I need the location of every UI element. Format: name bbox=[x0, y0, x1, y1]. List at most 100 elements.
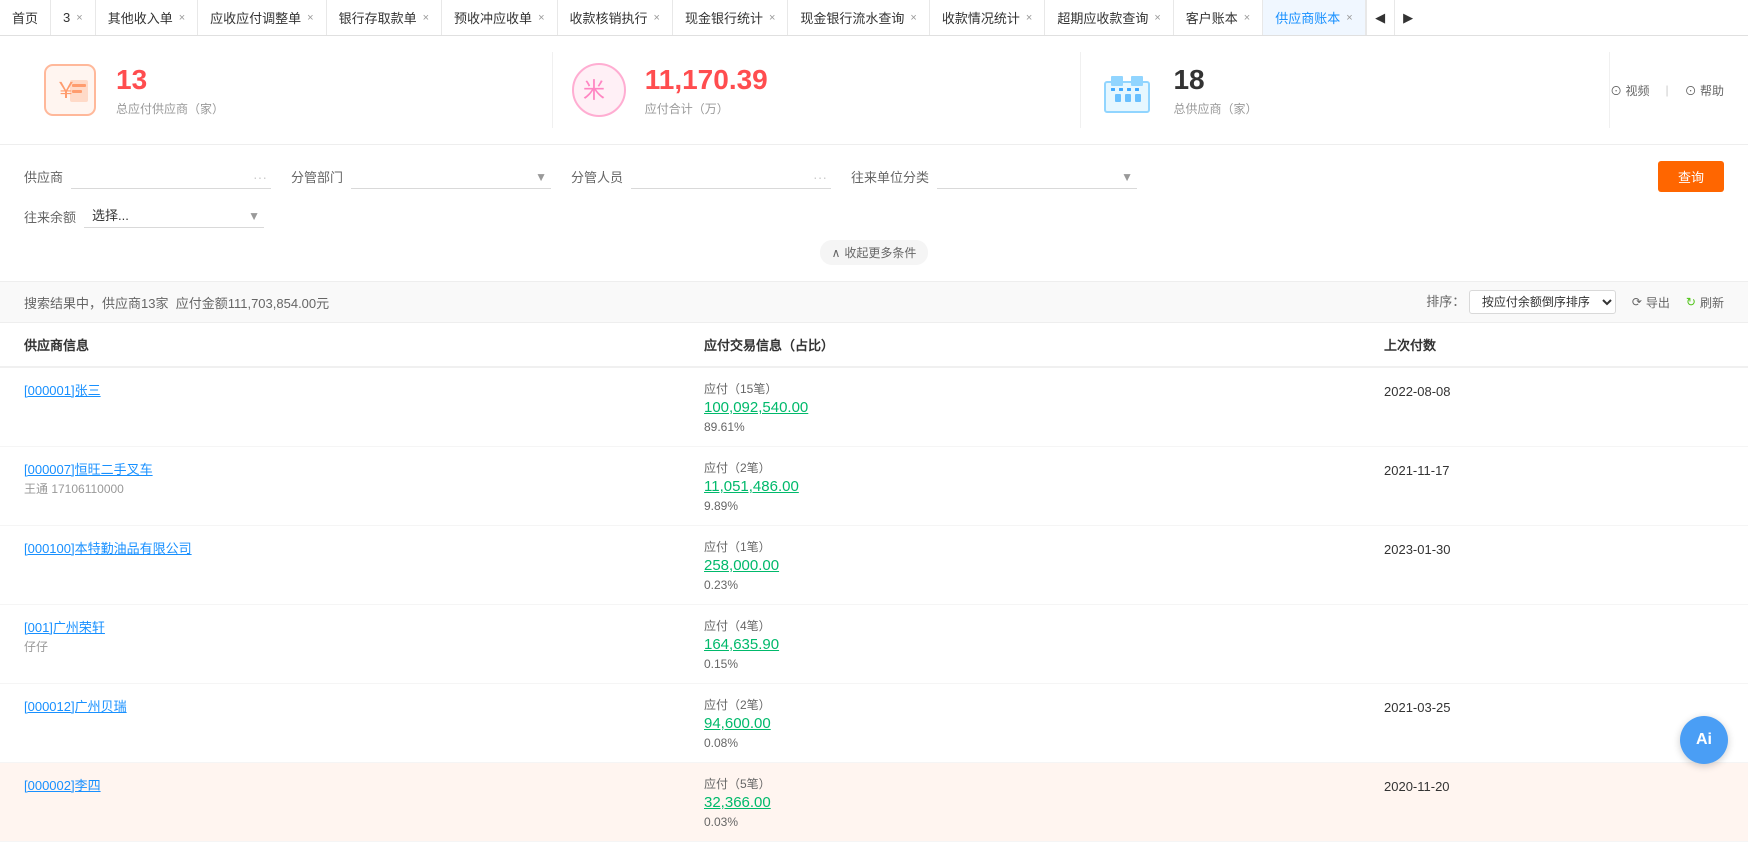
ap-suppliers-icon: ￥ bbox=[40, 60, 100, 120]
nav-tab-customer-account[interactable]: 客户账本 × bbox=[1174, 0, 1263, 36]
nav-tab-bank-deposit[interactable]: 银行存取款单 × bbox=[327, 0, 442, 36]
supplier-link[interactable]: [000002]李四 bbox=[24, 778, 101, 793]
dept-select[interactable] bbox=[351, 165, 551, 189]
summary-card-ap-suppliers: ￥ 13 总应付供应商（家） bbox=[24, 52, 553, 128]
nav-tab-ar-adjust[interactable]: 应收应付调整单 × bbox=[198, 0, 326, 36]
tx-cell: 应付（5笔） 32,366.00 0.03% bbox=[704, 775, 1384, 829]
tx-percent: 0.08% bbox=[704, 736, 1384, 750]
table-row: [000001]张三 应付（15笔） 100,092,540.00 89.61%… bbox=[0, 368, 1748, 447]
nav-tab-ar-adjust-close[interactable]: × bbox=[307, 12, 313, 24]
nav-tab-cash-bank-stat-close[interactable]: × bbox=[769, 12, 775, 24]
supplier-link[interactable]: [000012]广州贝瑞 bbox=[24, 699, 127, 714]
nav-tab-bank-deposit-close[interactable]: × bbox=[423, 12, 429, 24]
summary-card-total-ap: 米 11,170.39 应付合计（万） bbox=[553, 52, 1082, 128]
tx-amount[interactable]: 258,000.00 bbox=[704, 557, 1384, 574]
nav-tab-supplier-account[interactable]: 供应商账本 × bbox=[1263, 0, 1365, 36]
top-navigation: 首页 3 × 其他收入单 × 应收应付调整单 × 银行存取款单 × 预收冲应收单… bbox=[0, 0, 1748, 36]
tx-percent: 9.89% bbox=[704, 499, 1384, 513]
supplier-dots-icon[interactable]: ··· bbox=[253, 169, 267, 185]
nav-tab-supplier-account-label: 供应商账本 bbox=[1275, 8, 1340, 27]
nav-tab-3-label: 3 bbox=[63, 10, 70, 25]
nav-tab-customer-account-close[interactable]: × bbox=[1244, 12, 1250, 24]
result-bar-actions: 排序： 按应付余额倒序排序 ⟳ 导出 ↻ 刷新 bbox=[1426, 290, 1724, 314]
ai-label: Ai bbox=[1696, 731, 1712, 749]
last-pay-cell: 2023-01-30 bbox=[1384, 538, 1724, 557]
nav-tab-home[interactable]: 首页 bbox=[0, 0, 51, 36]
tx-amount[interactable]: 94,600.00 bbox=[704, 715, 1384, 732]
total-ap-icon: 米 bbox=[569, 60, 629, 120]
nav-tab-prepay-label: 预收冲应收单 bbox=[454, 8, 532, 27]
filter-dept: 分管部门 ▼ bbox=[291, 165, 551, 189]
nav-tab-collection-stat[interactable]: 收款情况统计 × bbox=[930, 0, 1045, 36]
tx-label: 应付（4笔） bbox=[704, 617, 1384, 634]
nav-tab-receipt-verify[interactable]: 收款核销执行 × bbox=[558, 0, 673, 36]
refresh-button[interactable]: ↻ 刷新 bbox=[1686, 294, 1724, 311]
supplier-link[interactable]: [000007]恒旺二手叉车 bbox=[24, 462, 153, 477]
result-bar: 搜索结果中，供应商13家 应付金额111,703,854.00元 排序： 按应付… bbox=[0, 282, 1748, 323]
nav-tab-3-close[interactable]: × bbox=[76, 12, 82, 24]
filter-area: 供应商 ··· 分管部门 ▼ 分管人员 ··· bbox=[0, 145, 1748, 282]
nav-tab-3[interactable]: 3 × bbox=[51, 0, 96, 36]
tx-cell: 应付（2笔） 94,600.00 0.08% bbox=[704, 696, 1384, 750]
collapse-row: ∧ 收起更多条件 bbox=[24, 240, 1724, 265]
tx-cell: 应付（15笔） 100,092,540.00 89.61% bbox=[704, 380, 1384, 434]
supplier-input[interactable] bbox=[71, 165, 271, 189]
tx-amount[interactable]: 164,635.90 bbox=[704, 636, 1384, 653]
last-pay-cell: 2022-08-08 bbox=[1384, 380, 1724, 399]
nav-arrow-right[interactable]: ▶ bbox=[1394, 0, 1422, 36]
nav-tab-cash-bank-flow-close[interactable]: × bbox=[910, 12, 916, 24]
nav-tab-other-income[interactable]: 其他收入单 × bbox=[96, 0, 198, 36]
tx-cell: 应付（2笔） 11,051,486.00 9.89% bbox=[704, 459, 1384, 513]
supplier-label: 供应商 bbox=[24, 167, 63, 186]
export-button[interactable]: ⟳ 导出 bbox=[1632, 294, 1670, 311]
last-pay-cell: 2021-11-17 bbox=[1384, 459, 1724, 478]
tx-percent: 0.15% bbox=[704, 657, 1384, 671]
table-row: [000007]恒旺二手叉车 王通 17106110000 应付（2笔） 11,… bbox=[0, 447, 1748, 526]
sort-label: 排序： 按应付余额倒序排序 bbox=[1426, 290, 1616, 314]
supplier-link[interactable]: [000001]张三 bbox=[24, 383, 101, 398]
ai-button[interactable]: Ai bbox=[1680, 716, 1728, 764]
supplier-cell: [000007]恒旺二手叉车 王通 17106110000 bbox=[24, 459, 704, 497]
nav-tab-receipt-verify-label: 收款核销执行 bbox=[570, 8, 648, 27]
supplier-link[interactable]: [000100]本特勤油品有限公司 bbox=[24, 541, 192, 556]
dept-label: 分管部门 bbox=[291, 167, 343, 186]
nav-tab-supplier-account-close[interactable]: × bbox=[1346, 12, 1352, 24]
filter-person: 分管人员 ··· bbox=[571, 165, 831, 189]
tx-amount[interactable]: 100,092,540.00 bbox=[704, 399, 1384, 416]
nav-tab-receipt-verify-close[interactable]: × bbox=[654, 12, 660, 24]
category-label: 往来单位分类 bbox=[851, 167, 929, 186]
nav-tab-cash-bank-stat[interactable]: 现金银行统计 × bbox=[673, 0, 788, 36]
tx-amount[interactable]: 32,366.00 bbox=[704, 794, 1384, 811]
query-button[interactable]: 查询 bbox=[1658, 161, 1724, 192]
card3-info: 18 总供应商（家） bbox=[1173, 63, 1257, 118]
nav-tab-cash-bank-flow[interactable]: 现金银行流水查询 × bbox=[788, 0, 929, 36]
tx-percent: 0.03% bbox=[704, 815, 1384, 829]
nav-tab-prepay-close[interactable]: × bbox=[538, 12, 544, 24]
nav-tab-overdue[interactable]: 超期应收款查询 × bbox=[1045, 0, 1173, 36]
dept-select-wrapper: ▼ bbox=[351, 165, 551, 189]
nav-tab-overdue-close[interactable]: × bbox=[1154, 12, 1160, 24]
nav-tab-prepay[interactable]: 预收冲应收单 × bbox=[442, 0, 557, 36]
person-dots-icon[interactable]: ··· bbox=[813, 169, 827, 185]
tx-label: 应付（2笔） bbox=[704, 459, 1384, 476]
nav-arrow-left[interactable]: ◀ bbox=[1366, 0, 1394, 36]
help-link[interactable]: ⊙ 帮助 bbox=[1685, 82, 1724, 99]
refresh-label: 刷新 bbox=[1700, 294, 1724, 311]
sort-select[interactable]: 按应付余额倒序排序 bbox=[1469, 290, 1616, 314]
person-input[interactable] bbox=[631, 165, 831, 189]
balance-select[interactable]: 选择... bbox=[84, 204, 264, 228]
card3-label: 总供应商（家） bbox=[1173, 100, 1257, 117]
video-link[interactable]: ⊙ 视频 bbox=[1610, 82, 1649, 99]
data-table: 供应商信息 应付交易信息（占比） 上次付数 [000001]张三 应付（15笔）… bbox=[0, 323, 1748, 842]
nav-tab-ar-adjust-label: 应收应付调整单 bbox=[210, 8, 301, 27]
nav-tab-collection-stat-close[interactable]: × bbox=[1026, 12, 1032, 24]
collapse-chevron-icon: ∧ bbox=[832, 246, 841, 260]
category-select[interactable] bbox=[937, 165, 1137, 189]
collapse-label: 收起更多条件 bbox=[844, 244, 916, 261]
table-row: [000012]广州贝瑞 应付（2笔） 94,600.00 0.08% 2021… bbox=[0, 684, 1748, 763]
tx-amount[interactable]: 11,051,486.00 bbox=[704, 478, 1384, 495]
card3-value: 18 bbox=[1173, 63, 1257, 97]
supplier-link[interactable]: [001]广州荣轩 bbox=[24, 620, 105, 635]
nav-tab-other-income-close[interactable]: × bbox=[179, 12, 185, 24]
collapse-button[interactable]: ∧ 收起更多条件 bbox=[820, 240, 929, 265]
